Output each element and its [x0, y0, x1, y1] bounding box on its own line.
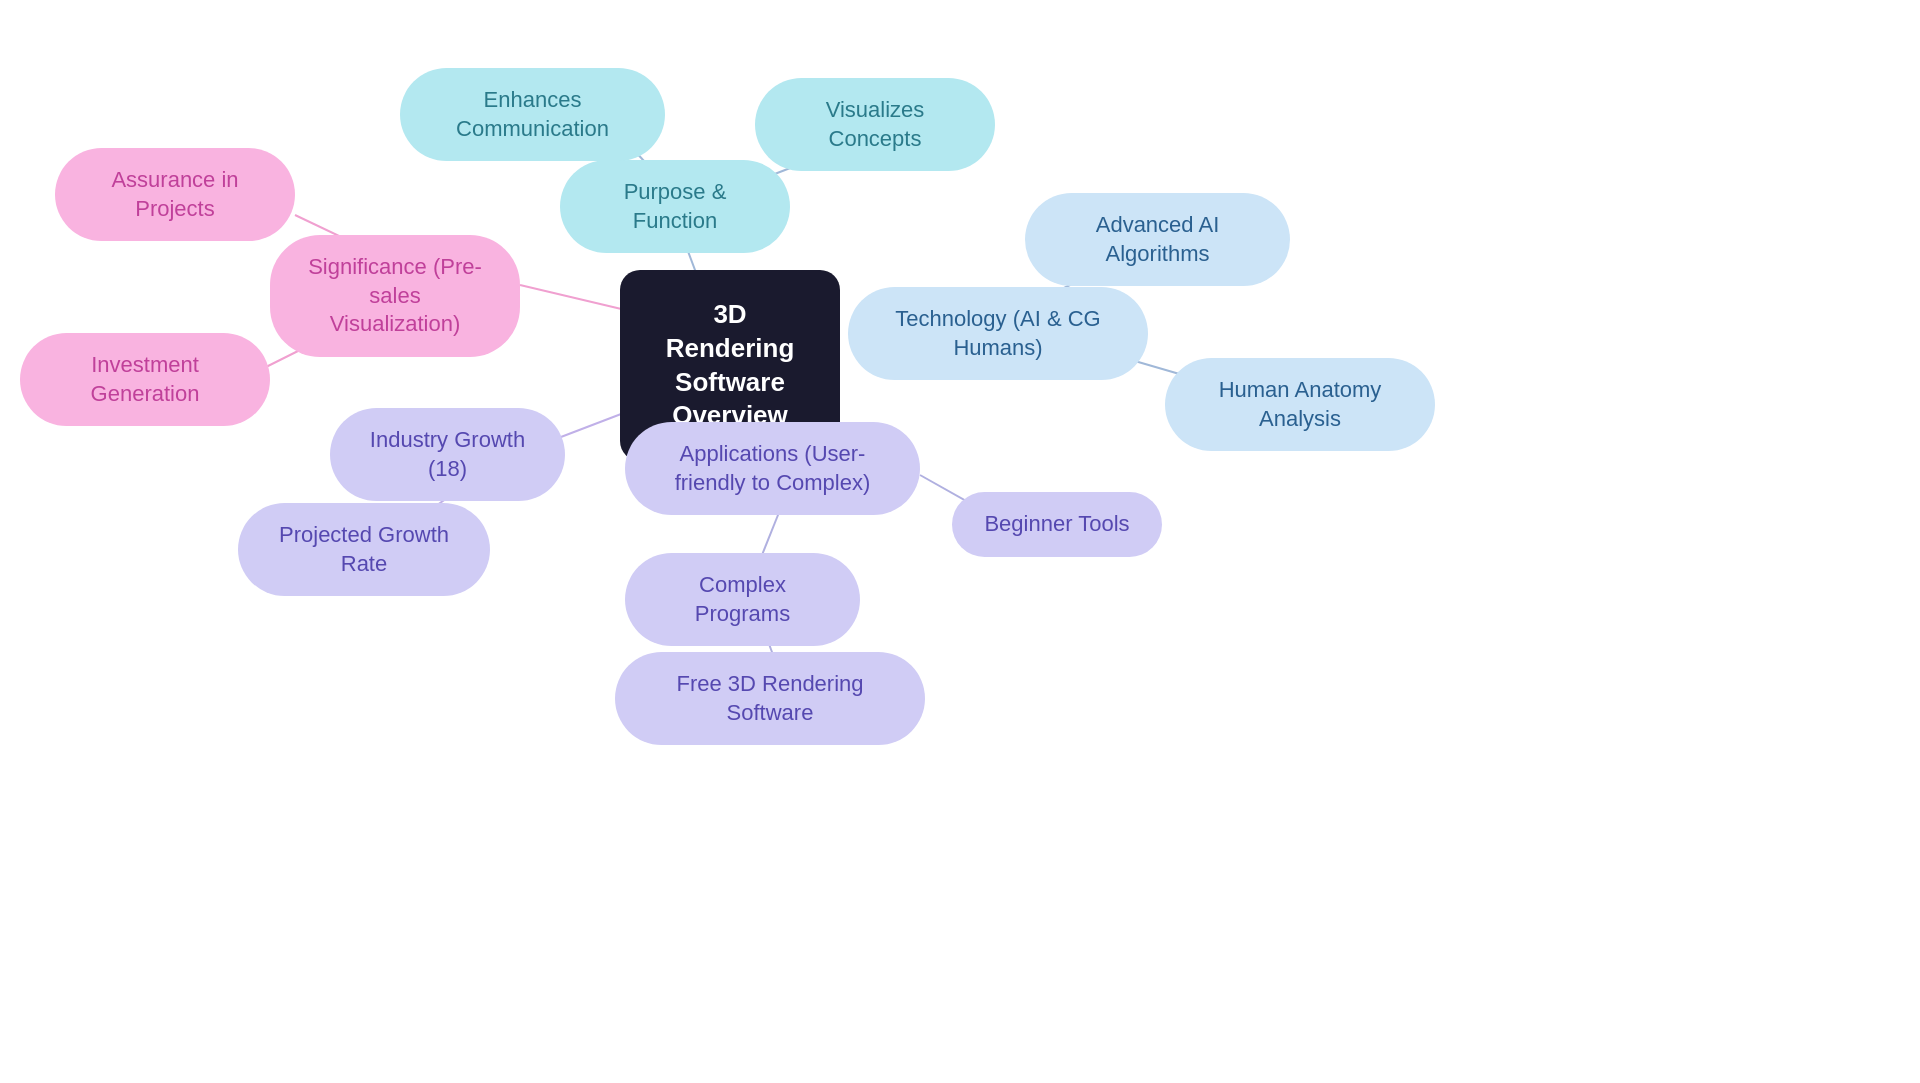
- assurance-projects-node: Assurance in Projects: [55, 148, 295, 241]
- industry-growth-node: Industry Growth (18): [330, 408, 565, 501]
- purpose-function-node: Purpose & Function: [560, 160, 790, 253]
- technology-node: Technology (AI & CG Humans): [848, 287, 1148, 380]
- advanced-ai-node: Advanced AI Algorithms: [1025, 193, 1290, 286]
- investment-generation-node: Investment Generation: [20, 333, 270, 426]
- applications-node: Applications (User-friendly to Complex): [625, 422, 920, 515]
- free-3d-node: Free 3D Rendering Software: [615, 652, 925, 745]
- beginner-tools-node: Beginner Tools: [952, 492, 1162, 557]
- visualizes-concepts-node: Visualizes Concepts: [755, 78, 995, 171]
- enhances-communication-node: Enhances Communication: [400, 68, 665, 161]
- significance-node: Significance (Pre-sales Visualization): [270, 235, 520, 357]
- projected-growth-rate-node: Projected Growth Rate: [238, 503, 490, 596]
- human-anatomy-node: Human Anatomy Analysis: [1165, 358, 1435, 451]
- complex-programs-node: Complex Programs: [625, 553, 860, 646]
